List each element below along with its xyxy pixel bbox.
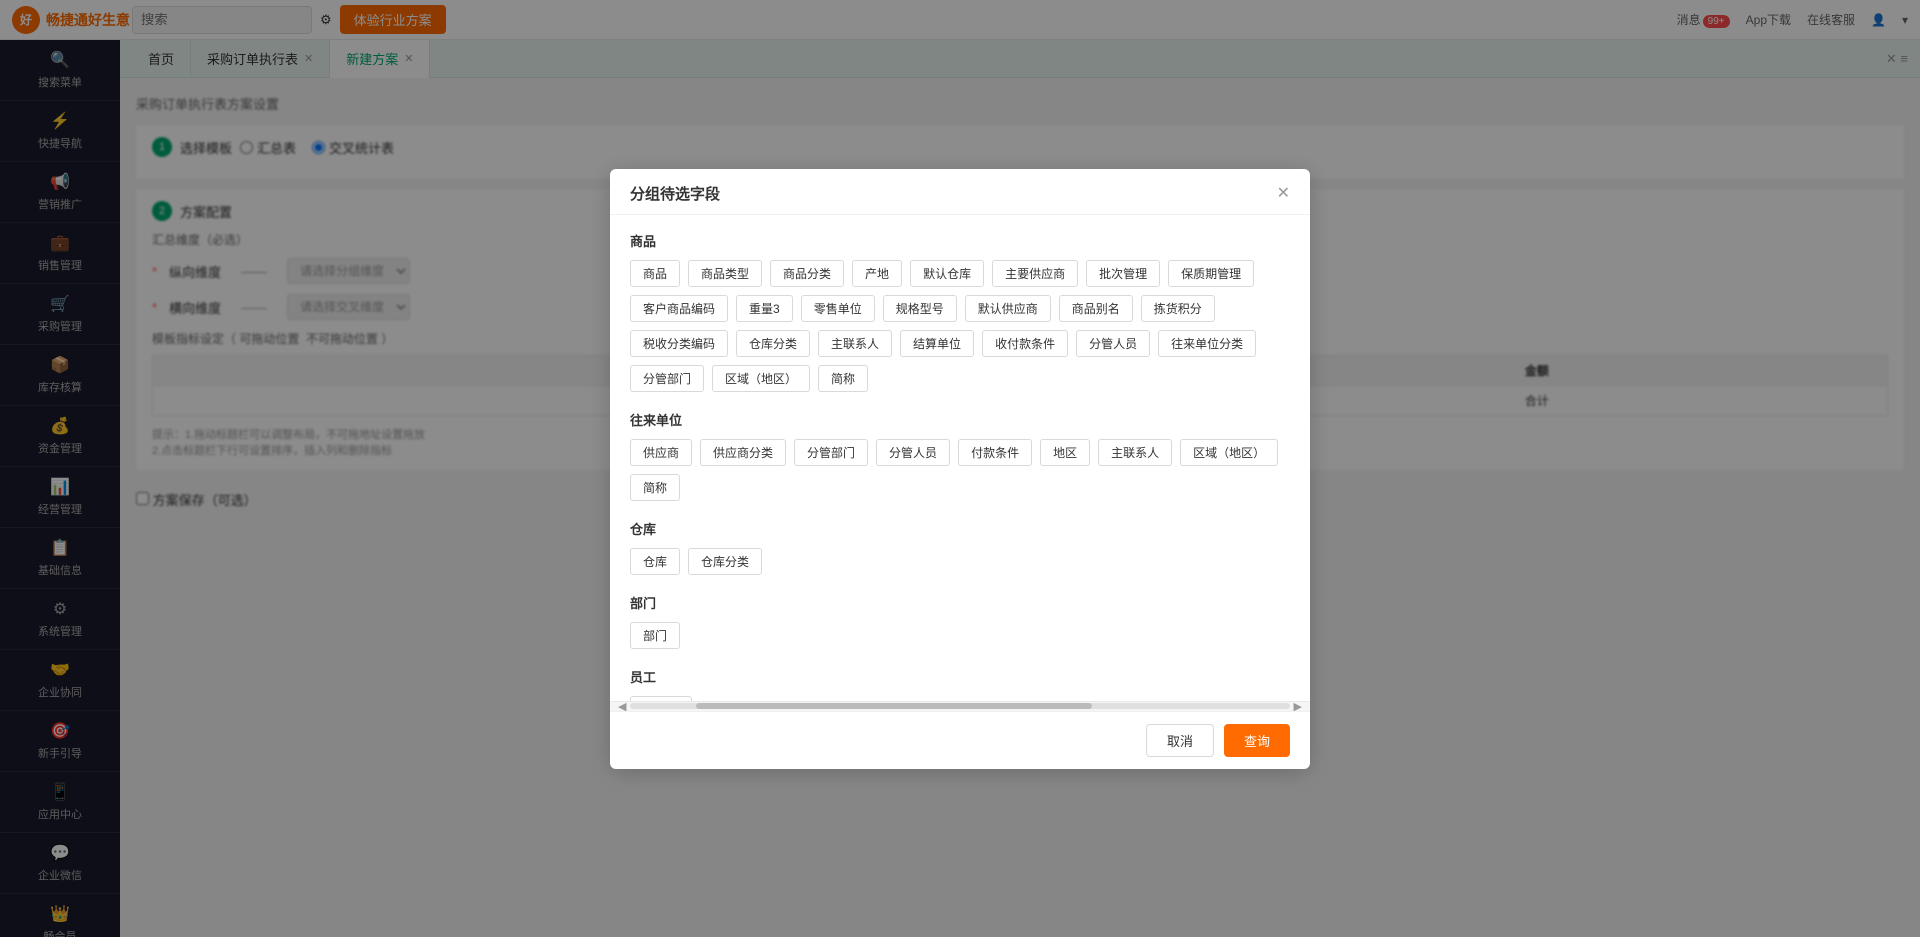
chip-partner-supervisor[interactable]: 分管人员 bbox=[876, 439, 950, 466]
chip-region2[interactable]: 区域（地区） bbox=[1180, 439, 1278, 466]
field-chips-warehouse: 仓库 仓库分类 bbox=[630, 548, 1290, 575]
chip-short-name[interactable]: 简称 bbox=[818, 365, 868, 392]
dialog-hscroll[interactable]: ◀ ▶ bbox=[610, 701, 1310, 711]
chip-short-name2[interactable]: 简称 bbox=[630, 474, 680, 501]
chip-dept[interactable]: 分管部门 bbox=[630, 365, 704, 392]
chip-warehouse-cat[interactable]: 仓库分类 bbox=[688, 548, 762, 575]
chip-main-supplier[interactable]: 主要供应商 bbox=[992, 260, 1078, 287]
field-group-staff: 员工 业务员 bbox=[630, 667, 1290, 701]
field-select-dialog: 分组待选字段 ✕ 商品 商品 商品类型 商品分类 产地 默认仓库 主要供应商 批… bbox=[610, 169, 1310, 769]
chip-supplier[interactable]: 供应商 bbox=[630, 439, 692, 466]
chip-partner-dept[interactable]: 分管部门 bbox=[794, 439, 868, 466]
field-group-dept-title: 部门 bbox=[630, 593, 1290, 612]
field-group-warehouse-title: 仓库 bbox=[630, 519, 1290, 538]
dialog-close-btn[interactable]: ✕ bbox=[1277, 183, 1290, 203]
field-chips-partner: 供应商 供应商分类 分管部门 分管人员 付款条件 地区 主联系人 区域（地区） … bbox=[630, 439, 1290, 501]
dialog-header: 分组待选字段 ✕ bbox=[610, 169, 1310, 215]
dialog-footer: 取消 查询 bbox=[610, 711, 1310, 769]
hscroll-track bbox=[630, 703, 1289, 709]
hscroll-thumb bbox=[696, 703, 1091, 709]
chip-retail-unit[interactable]: 零售单位 bbox=[801, 295, 875, 322]
field-group-warehouse: 仓库 仓库 仓库分类 bbox=[630, 519, 1290, 575]
chip-region[interactable]: 区域（地区） bbox=[712, 365, 810, 392]
chip-tax-code[interactable]: 税收分类编码 bbox=[630, 330, 728, 357]
chip-origin[interactable]: 产地 bbox=[852, 260, 902, 287]
chip-goods-alias[interactable]: 商品别名 bbox=[1059, 295, 1133, 322]
field-group-dept: 部门 部门 bbox=[630, 593, 1290, 649]
chip-spec-model[interactable]: 规格型号 bbox=[883, 295, 957, 322]
chip-partner-category[interactable]: 往来单位分类 bbox=[1158, 330, 1256, 357]
chip-payment-terms[interactable]: 收付款条件 bbox=[982, 330, 1068, 357]
chip-main-contact[interactable]: 主联系人 bbox=[818, 330, 892, 357]
chip-main-contact2[interactable]: 主联系人 bbox=[1098, 439, 1172, 466]
chip-weight3[interactable]: 重量3 bbox=[736, 295, 793, 322]
dialog-body[interactable]: 商品 商品 商品类型 商品分类 产地 默认仓库 主要供应商 批次管理 保质期管理… bbox=[610, 215, 1310, 701]
field-chips-goods: 商品 商品类型 商品分类 产地 默认仓库 主要供应商 批次管理 保质期管理 客户… bbox=[630, 260, 1290, 392]
chip-goods-category[interactable]: 商品分类 bbox=[770, 260, 844, 287]
chip-goods[interactable]: 商品 bbox=[630, 260, 680, 287]
field-chips-dept: 部门 bbox=[630, 622, 1290, 649]
chip-customer-code[interactable]: 客户商品编码 bbox=[630, 295, 728, 322]
chip-supervisor[interactable]: 分管人员 bbox=[1076, 330, 1150, 357]
chip-expiry-mgmt[interactable]: 保质期管理 bbox=[1168, 260, 1254, 287]
field-group-staff-title: 员工 bbox=[630, 667, 1290, 686]
cancel-button[interactable]: 取消 bbox=[1146, 724, 1214, 757]
chip-goods-type[interactable]: 商品类型 bbox=[688, 260, 762, 287]
dialog-overlay: 分组待选字段 ✕ 商品 商品 商品类型 商品分类 产地 默认仓库 主要供应商 批… bbox=[0, 0, 1920, 937]
chip-default-supplier[interactable]: 默认供应商 bbox=[965, 295, 1051, 322]
confirm-button[interactable]: 查询 bbox=[1224, 724, 1290, 757]
chip-supplier-category[interactable]: 供应商分类 bbox=[700, 439, 786, 466]
chip-settlement-unit[interactable]: 结算单位 bbox=[900, 330, 974, 357]
chip-area[interactable]: 地区 bbox=[1040, 439, 1090, 466]
chip-pick-score[interactable]: 拣货积分 bbox=[1141, 295, 1215, 322]
field-group-goods: 商品 商品 商品类型 商品分类 产地 默认仓库 主要供应商 批次管理 保质期管理… bbox=[630, 231, 1290, 392]
field-group-goods-title: 商品 bbox=[630, 231, 1290, 250]
chip-department[interactable]: 部门 bbox=[630, 622, 680, 649]
chip-warehouse[interactable]: 仓库 bbox=[630, 548, 680, 575]
field-group-partner-title: 往来单位 bbox=[630, 410, 1290, 429]
chip-warehouse-category[interactable]: 仓库分类 bbox=[736, 330, 810, 357]
chip-default-warehouse[interactable]: 默认仓库 bbox=[910, 260, 984, 287]
dialog-title: 分组待选字段 bbox=[630, 183, 720, 204]
field-group-partner: 往来单位 供应商 供应商分类 分管部门 分管人员 付款条件 地区 主联系人 区域… bbox=[630, 410, 1290, 501]
chip-batch-mgmt[interactable]: 批次管理 bbox=[1086, 260, 1160, 287]
chip-pay-terms[interactable]: 付款条件 bbox=[958, 439, 1032, 466]
